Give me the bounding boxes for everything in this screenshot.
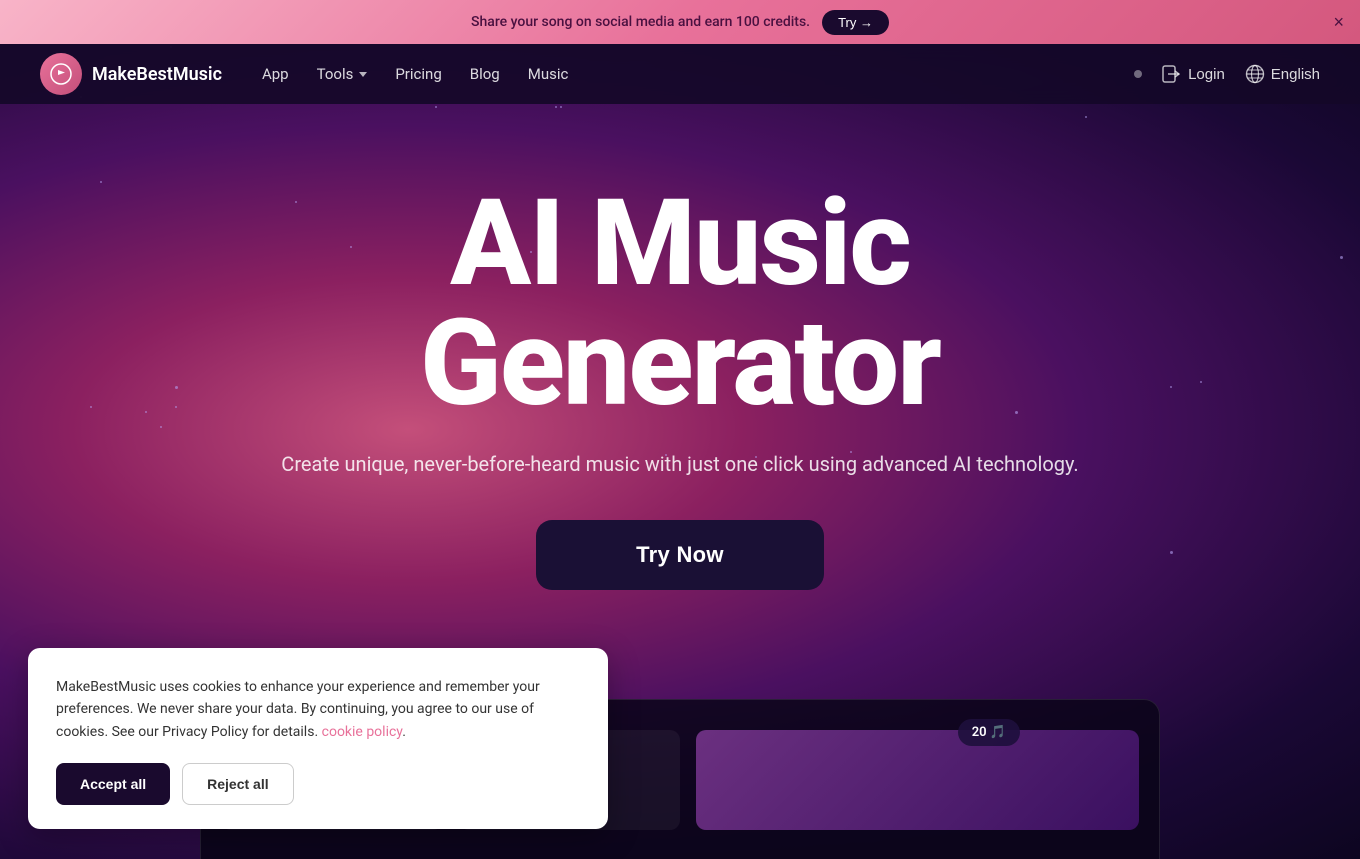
nav-links: App Tools Pricing Blog Music	[262, 65, 568, 83]
login-button[interactable]: Login	[1162, 65, 1225, 83]
nav-dot	[1134, 70, 1142, 78]
try-now-button[interactable]: Try Now	[536, 520, 824, 590]
nav-right: Login English	[1134, 64, 1320, 84]
app-credit-badge: 20 🎵	[958, 719, 1020, 746]
top-banner: Share your song on social media and earn…	[0, 0, 1360, 44]
hero-subtitle: Create unique, never-before-heard music …	[40, 448, 1320, 480]
cookie-text: MakeBestMusic uses cookies to enhance yo…	[56, 676, 580, 743]
reject-all-button[interactable]: Reject all	[182, 763, 293, 805]
login-icon	[1162, 65, 1180, 83]
cookie-policy-link[interactable]: cookie policy	[322, 724, 403, 740]
banner-message: Share your song on social media and earn…	[471, 14, 810, 30]
banner-close-button[interactable]: ×	[1333, 13, 1344, 31]
app-panel-image	[696, 730, 1139, 830]
logo[interactable]: MakeBestMusic	[40, 53, 222, 95]
nav-link-app[interactable]: App	[262, 65, 289, 83]
logo-text: MakeBestMusic	[92, 64, 222, 85]
globe-icon	[1245, 64, 1265, 84]
nav-link-music[interactable]: Music	[528, 65, 569, 83]
nav-link-blog[interactable]: Blog	[470, 65, 500, 83]
cookie-buttons: Accept all Reject all	[56, 763, 580, 805]
language-button[interactable]: English	[1245, 64, 1320, 84]
nav-link-tools[interactable]: Tools	[317, 65, 368, 83]
banner-try-button[interactable]: Try →	[822, 10, 889, 35]
logo-icon	[40, 53, 82, 95]
tools-chevron-icon	[359, 72, 367, 77]
cookie-banner: MakeBestMusic uses cookies to enhance yo…	[28, 648, 608, 829]
hero-title: AI Music Generator	[40, 184, 1320, 424]
navbar: MakeBestMusic App Tools Pricing Blog Mus…	[0, 44, 1360, 104]
nav-link-pricing[interactable]: Pricing	[395, 65, 441, 83]
hero-content: AI Music Generator Create unique, never-…	[0, 104, 1360, 590]
accept-all-button[interactable]: Accept all	[56, 763, 170, 805]
